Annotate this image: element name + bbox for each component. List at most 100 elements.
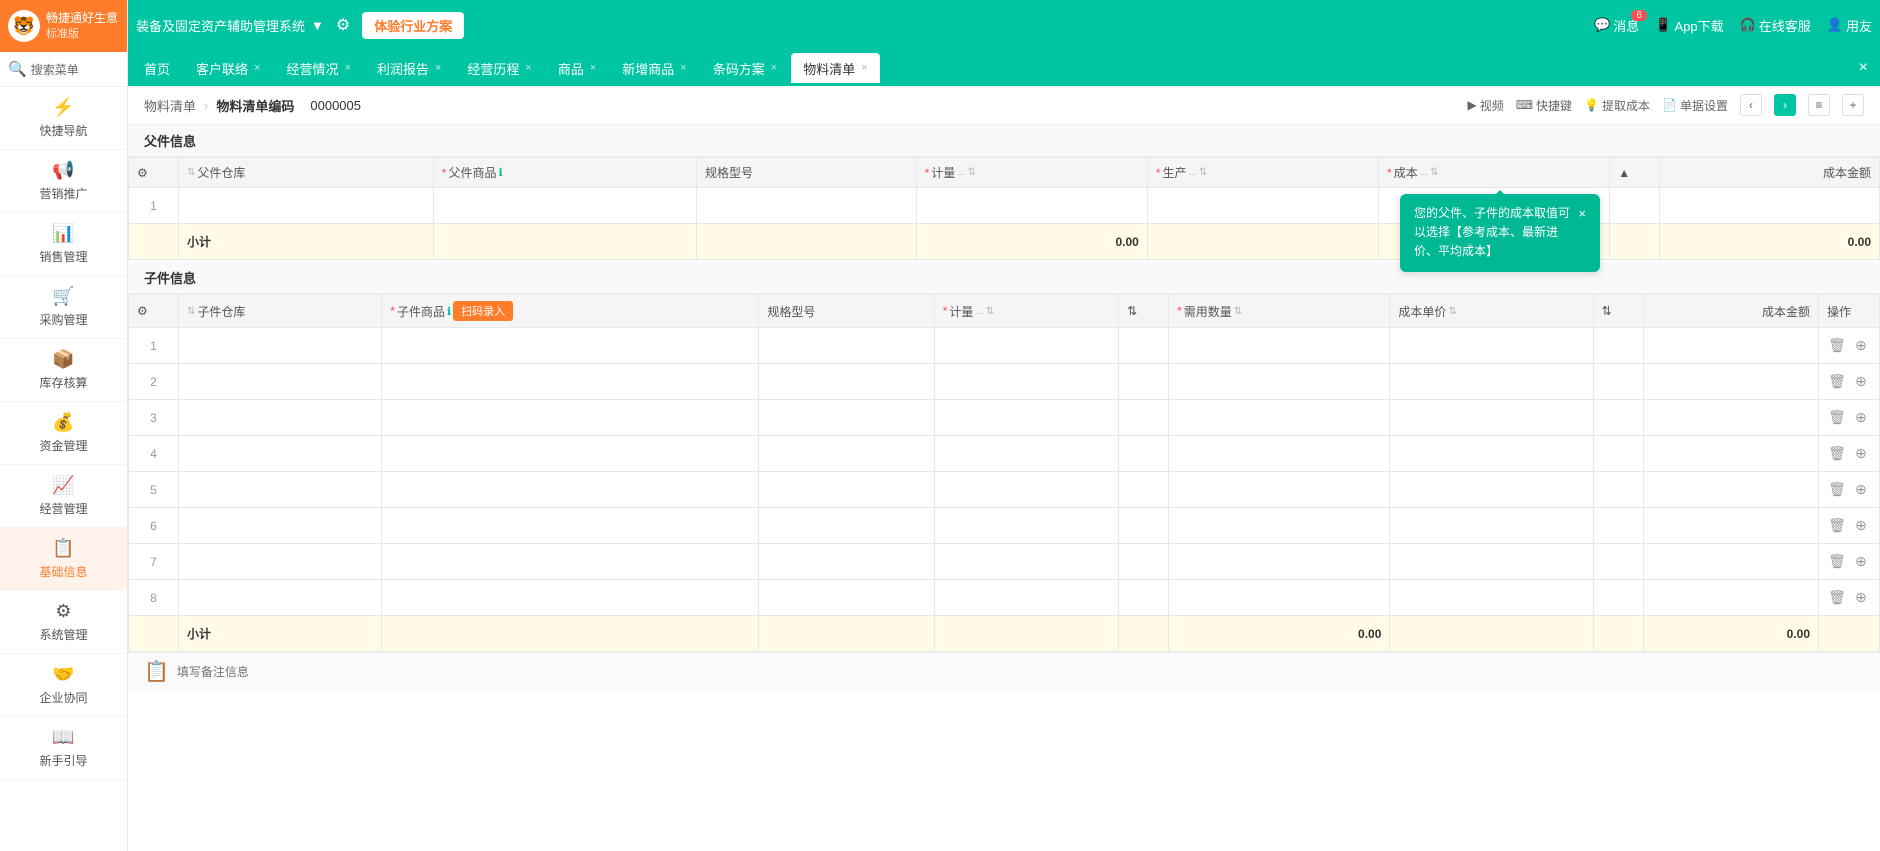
- page-header: 物料清单 › 物料清单编码 0000005 ▶ 视频 ⌨ 快捷键 💡 提取成本 …: [128, 86, 1880, 125]
- parent-col-settings[interactable]: ⚙: [129, 158, 179, 188]
- extract-cost-button[interactable]: 💡 提取成本: [1584, 97, 1650, 114]
- breadcrumb-current: 物料清单编码: [216, 96, 294, 115]
- delete-row-2-icon[interactable]: 🗑: [1827, 372, 1847, 392]
- copy-row-1-icon[interactable]: ⊕: [1851, 336, 1871, 356]
- tab-history[interactable]: 经营历程×: [455, 53, 543, 83]
- delete-row-5-icon[interactable]: 🗑: [1827, 480, 1847, 500]
- tab-home[interactable]: 首页: [132, 53, 182, 83]
- nav-add-button[interactable]: +: [1842, 94, 1864, 116]
- message-button[interactable]: 💬 消息 6: [1594, 16, 1639, 35]
- parent-col-prod: * 生产... ⇅: [1147, 158, 1378, 188]
- child-row-8: 8 🗑 ⊕: [129, 580, 1880, 616]
- topbar-actions: 💬 消息 6 📱 App下载 🎧 在线客服 👤 用友: [1594, 16, 1872, 35]
- child-col-sort1: ⇅: [1119, 295, 1169, 328]
- child-col-settings[interactable]: ⚙: [129, 295, 179, 328]
- doc-code: 0000005: [310, 98, 361, 113]
- delete-row-8-icon[interactable]: 🗑: [1827, 588, 1847, 608]
- cost-tooltip: × 您的父件、子件的成本取值可以选择【参考成本、最新进价、平均成本】: [1400, 194, 1600, 272]
- parent-subtotal-label: 小计: [179, 224, 434, 260]
- copy-row-6-icon[interactable]: ⊕: [1851, 516, 1871, 536]
- sidebar-item-sales[interactable]: 📊 销售管理: [0, 213, 127, 276]
- tab-goods[interactable]: 商品×: [546, 53, 608, 83]
- tab-customer[interactable]: 客户联络×: [184, 53, 272, 83]
- single-setting-button[interactable]: 📄 单据设置: [1662, 97, 1728, 114]
- child-col-goods: * 子件商品 ℹ 扫码录入: [382, 295, 759, 328]
- online-service-button[interactable]: 🎧 在线客服: [1740, 16, 1811, 35]
- tab-close-all-icon[interactable]: ×: [1851, 59, 1876, 77]
- parent-qty-subtotal: 0.00: [916, 224, 1147, 260]
- child-subtotal-row: 小计 0.00 0.00: [129, 616, 1880, 652]
- parent-subtotal-row: 小计 0.00 0.00: [129, 224, 1880, 260]
- delete-row-7-icon[interactable]: 🗑: [1827, 552, 1847, 572]
- copy-row-7-icon[interactable]: ⊕: [1851, 552, 1871, 572]
- sidebar-item-collab[interactable]: 🤝 企业协同: [0, 654, 127, 717]
- child-col-actions: 操作: [1819, 295, 1880, 328]
- sidebar-item-system[interactable]: ⚙ 系统管理: [0, 591, 127, 654]
- sidebar-item-inventory[interactable]: 📦 库存核算: [0, 339, 127, 402]
- remark-icon: 📋: [144, 659, 169, 684]
- sidebar: 🐯 畅捷通好生意 标准版 🔍 搜索菜单 ⚡ 快捷导航 📢 营销推广 📊 销售管理…: [0, 0, 128, 851]
- tab-new-goods[interactable]: 新增商品×: [610, 53, 698, 83]
- sidebar-item-purchase[interactable]: 🛒 采购管理: [0, 276, 127, 339]
- message-badge: 6: [1631, 10, 1647, 21]
- parent-col-warehouse: ⇅ 父件仓库: [179, 158, 434, 188]
- dropdown-icon[interactable]: ▼: [311, 18, 324, 33]
- delete-row-1-icon[interactable]: 🗑: [1827, 336, 1847, 356]
- sidebar-item-basic[interactable]: 📋 基础信息: [0, 528, 127, 591]
- trial-button[interactable]: 体验行业方案: [362, 12, 464, 39]
- tab-bom[interactable]: 物料清单×: [791, 53, 879, 83]
- nav-list-button[interactable]: ≡: [1808, 94, 1830, 116]
- sidebar-item-guide[interactable]: 📖 新手引导: [0, 717, 127, 780]
- parent-amount-subtotal: 0.00: [1660, 224, 1880, 260]
- sidebar-menu: ⚡ 快捷导航 📢 营销推广 📊 销售管理 🛒 采购管理 📦 库存核算 💰 资金管…: [0, 87, 127, 851]
- sidebar-item-marketing[interactable]: 📢 营销推广: [0, 150, 127, 213]
- child-row-2: 2 🗑 ⊕: [129, 364, 1880, 400]
- child-row-5: 5 🗑 ⊕: [129, 472, 1880, 508]
- topbar: 装备及固定资产辅助管理系统 ▼ ⚙ 体验行业方案 💬 消息 6 📱 App下载 …: [128, 0, 1880, 50]
- child-table: ⚙ ⇅子件仓库 * 子件商品 ℹ 扫码录入 规格型号 *: [128, 294, 1880, 652]
- system-selector[interactable]: 装备及固定资产辅助管理系统 ▼: [136, 16, 324, 35]
- tab-operations[interactable]: 经营情况×: [274, 53, 362, 83]
- logo-icon: 🐯: [8, 10, 40, 42]
- sidebar-item-finance[interactable]: 💰 资金管理: [0, 402, 127, 465]
- nav-prev-button[interactable]: ‹: [1740, 94, 1762, 116]
- child-section-title: 子件信息: [128, 262, 1880, 294]
- parent-col-extra: ▲: [1610, 158, 1660, 188]
- gear-icon[interactable]: ⚙: [336, 15, 350, 35]
- view-video-button[interactable]: ▶ 视频: [1467, 97, 1503, 114]
- copy-row-5-icon[interactable]: ⊕: [1851, 480, 1871, 500]
- copy-row-2-icon[interactable]: ⊕: [1851, 372, 1871, 392]
- content-area: 物料清单 › 物料清单编码 0000005 ▶ 视频 ⌨ 快捷键 💡 提取成本 …: [128, 86, 1880, 851]
- parent-col-unit: * 计量... ⇅: [916, 158, 1147, 188]
- system-name-label: 装备及固定资产辅助管理系统: [136, 16, 305, 35]
- breadcrumb-parent[interactable]: 物料清单: [144, 96, 196, 115]
- child-row-7: 7 🗑 ⊕: [129, 544, 1880, 580]
- tab-barcode[interactable]: 条码方案×: [701, 53, 789, 83]
- tooltip-text: 您的父件、子件的成本取值可以选择【参考成本、最新进价、平均成本】: [1414, 206, 1570, 258]
- parent-section-title: 父件信息: [128, 125, 1880, 157]
- delete-row-4-icon[interactable]: 🗑: [1827, 444, 1847, 464]
- shortcut-button[interactable]: ⌨ 快捷键: [1516, 97, 1572, 114]
- tab-navigation: 首页 客户联络× 经营情况× 利润报告× 经营历程× 商品× 新增商品× 条码方…: [128, 50, 1880, 86]
- delete-row-6-icon[interactable]: 🗑: [1827, 516, 1847, 536]
- sidebar-item-business[interactable]: 📈 经营管理: [0, 465, 127, 528]
- main-area: 装备及固定资产辅助管理系统 ▼ ⚙ 体验行业方案 💬 消息 6 📱 App下载 …: [128, 0, 1880, 851]
- copy-row-3-icon[interactable]: ⊕: [1851, 408, 1871, 428]
- tooltip-close-icon[interactable]: ×: [1578, 204, 1586, 225]
- scan-input-button[interactable]: 扫码录入: [453, 301, 513, 321]
- child-qty-subtotal: 0.00: [1169, 616, 1390, 652]
- remark-input[interactable]: [177, 665, 1864, 679]
- delete-row-3-icon[interactable]: 🗑: [1827, 408, 1847, 428]
- tab-profit[interactable]: 利润报告×: [365, 53, 453, 83]
- nav-next-button[interactable]: ›: [1774, 94, 1796, 116]
- child-col-unit-price: 成本单价⇅: [1390, 295, 1593, 328]
- page-header-actions: ▶ 视频 ⌨ 快捷键 💡 提取成本 📄 单据设置 ‹ › ≡ +: [1467, 94, 1864, 116]
- child-col-qty: * 需用数量 ⇅: [1169, 295, 1390, 328]
- app-download-button[interactable]: 📱 App下载: [1655, 16, 1723, 35]
- copy-row-4-icon[interactable]: ⊕: [1851, 444, 1871, 464]
- copy-row-8-icon[interactable]: ⊕: [1851, 588, 1871, 608]
- logo-text: 畅捷通好生意 标准版: [46, 11, 118, 41]
- user-menu-button[interactable]: 👤 用友: [1827, 16, 1872, 35]
- sidebar-item-shortcut[interactable]: ⚡ 快捷导航: [0, 87, 127, 150]
- search-menu-item[interactable]: 🔍 搜索菜单: [0, 52, 127, 87]
